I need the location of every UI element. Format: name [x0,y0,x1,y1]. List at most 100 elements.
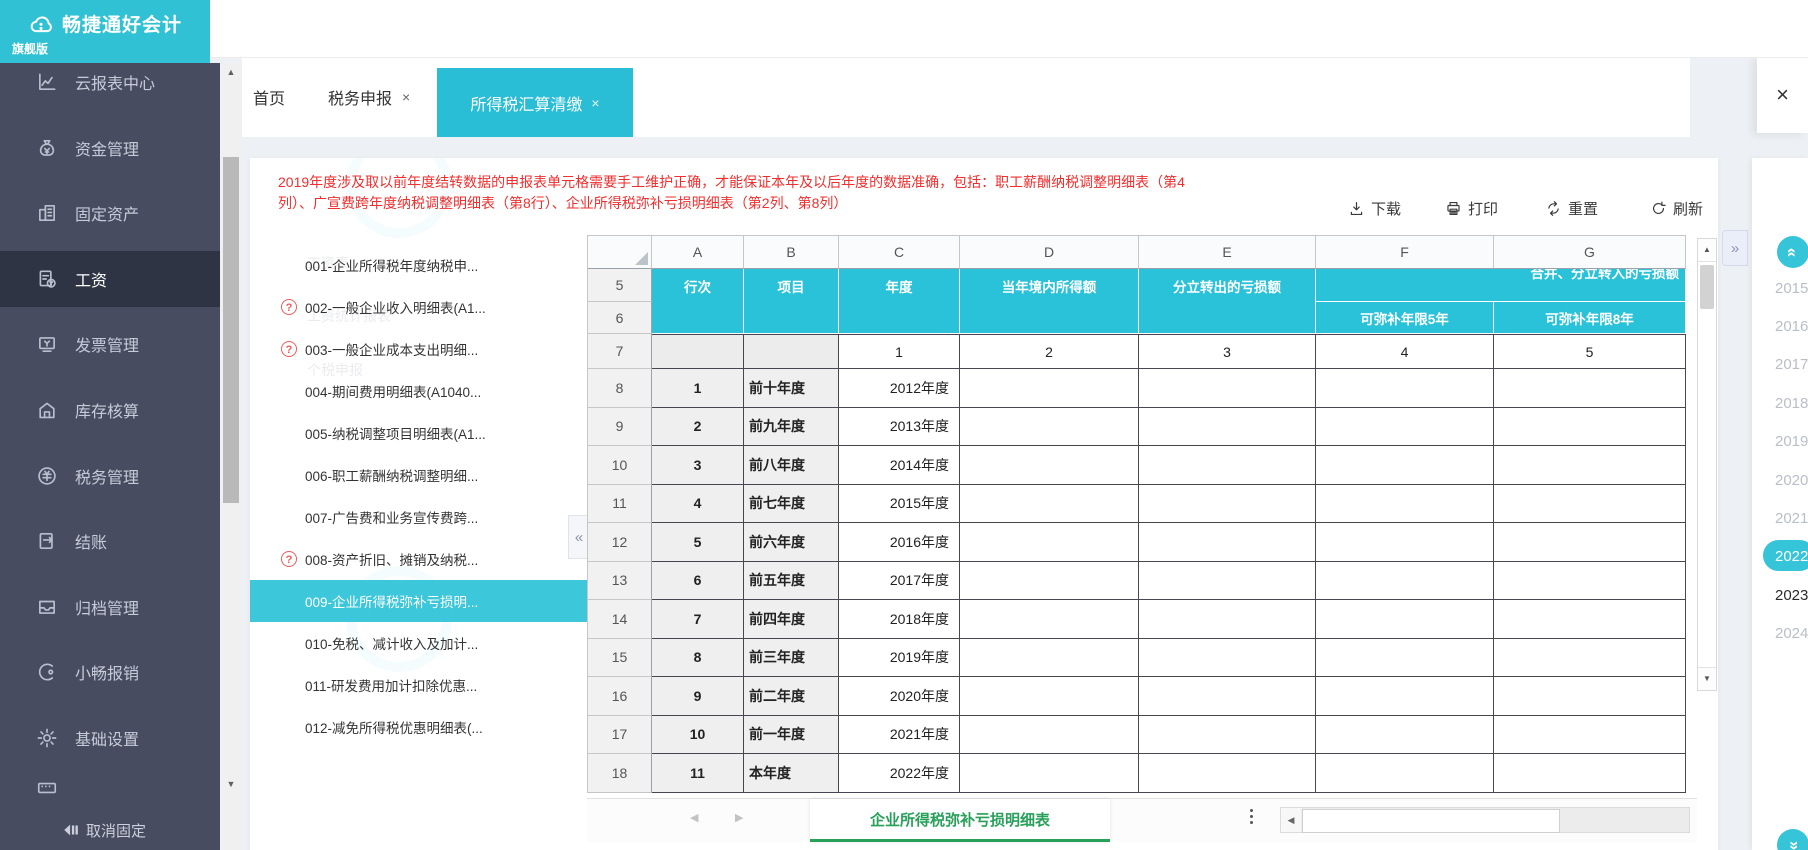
cell-line-number[interactable]: 9 [652,677,744,716]
toolbar-download-button[interactable]: 下载 [1348,198,1401,219]
sheet-cell-empty[interactable] [960,484,1139,523]
column-header-G[interactable]: G [1494,236,1686,269]
row-header-7[interactable]: 7 [588,334,652,369]
sheet-cell-empty[interactable] [1139,407,1316,446]
close-tab-icon[interactable]: × [591,95,599,111]
report-list-item-011[interactable]: 011-研发费用加计扣除优惠... [250,664,587,706]
sheet-cell-empty[interactable] [1316,754,1494,793]
report-list-item-007[interactable]: 007-广告费和业务宣传费跨... [250,496,587,538]
scroll-up-icon[interactable]: ▲ [220,67,242,77]
report-list-item-012[interactable]: 012-减免所得税优惠明细表(... [250,706,587,748]
help-question-icon[interactable]: ? [281,341,297,357]
row-header-16[interactable]: 16 [588,677,652,716]
sheet-cell-empty[interactable] [1494,754,1686,793]
sheet-cell-empty[interactable] [1494,369,1686,408]
column-number-cell[interactable]: 4 [1316,334,1494,369]
report-list-item-010[interactable]: 010-免税、减计收入及加计... [250,622,587,664]
sheet-cell-empty[interactable] [1316,677,1494,716]
sheet-cell-empty[interactable] [960,754,1139,793]
sheet-cell-empty[interactable] [1316,369,1494,408]
sheet-cell-empty[interactable] [1494,484,1686,523]
tab-tax-filing[interactable]: 税务申报 × [328,57,410,137]
report-list-item-008[interactable]: ? 008-资产折旧、摊销及纳税... [250,538,587,580]
cell-year-value[interactable]: 2014年度 [839,446,960,485]
column-number-cell[interactable]: 5 [1494,334,1686,369]
cell-year-value[interactable]: 2022年度 [839,754,960,793]
cell-item-label[interactable]: 前一年度 [744,715,839,754]
year-item-2021[interactable]: 2021年 [1752,498,1808,536]
cell-item-label[interactable]: 前五年度 [744,561,839,600]
cell-year-value[interactable]: 2012年度 [839,369,960,408]
sidebar-item-1[interactable]: 云报表中心 [0,63,220,110]
sheet-cell-empty[interactable] [960,715,1139,754]
row-header-11[interactable]: 11 [588,484,652,523]
column-number-cell[interactable]: 3 [1139,334,1316,369]
sheet-cell-empty[interactable] [1139,484,1316,523]
sheet-cell-empty[interactable] [1316,407,1494,446]
sheet-cell-empty[interactable] [1316,523,1494,562]
sheet-cell-empty[interactable] [744,334,839,369]
column-header-D[interactable]: D [960,236,1139,269]
cell-line-number[interactable]: 7 [652,600,744,639]
sheet-cell-empty[interactable] [960,369,1139,408]
scroll-left-icon[interactable]: ◀ [1281,808,1301,832]
year-item-2022[interactable]: 2022年 [1752,537,1808,575]
row-header-6[interactable]: 6 [588,302,652,334]
column-number-cell[interactable]: 2 [960,334,1139,369]
sidebar-scroll-thumb[interactable] [223,157,239,503]
brand-logo-block[interactable]: 畅捷通好会计 旗舰版 [0,0,210,63]
cell-year-value[interactable]: 2016年度 [839,523,960,562]
sheet-cell-empty[interactable] [1316,484,1494,523]
sheet-cell-empty[interactable] [1494,600,1686,639]
row-header-12[interactable]: 12 [588,523,652,562]
year-item-2018[interactable]: 2018年 [1752,383,1808,421]
sheet-tab-next-icon[interactable]: ▶ [735,811,743,824]
unpin-button[interactable]: 取消固定 [0,810,220,850]
sheet-cell-empty[interactable] [1139,446,1316,485]
sidebar-item-partial[interactable] [0,760,220,816]
sheet-cell-empty[interactable] [652,334,744,369]
sheet-cell-empty[interactable] [1139,523,1316,562]
cell-year-value[interactable]: 2021年度 [839,715,960,754]
report-list-item-006[interactable]: 006-职工薪酬纳税调整明细... [250,454,587,496]
scroll-down-icon[interactable]: ▼ [1698,667,1716,690]
cell-item-label[interactable]: 前六年度 [744,523,839,562]
cell-line-number[interactable]: 4 [652,484,744,523]
sheet-cell-empty[interactable] [1494,638,1686,677]
sheet-cell-empty[interactable] [1139,369,1316,408]
column-header-E[interactable]: E [1139,236,1316,269]
row-header-10[interactable]: 10 [588,446,652,485]
cell-item-label[interactable]: 前十年度 [744,369,839,408]
sheet-cell-empty[interactable] [1316,638,1494,677]
sheet-vscroll-thumb[interactable] [1700,265,1714,309]
help-question-icon[interactable]: ? [281,551,297,567]
sheet-cell-empty[interactable] [960,677,1139,716]
help-question-icon[interactable]: ? [281,299,297,315]
report-list-item-002[interactable]: ? 002-一般企业收入明细表(A1... [250,286,587,328]
sidebar-item-10[interactable]: 小畅报销 [0,644,220,700]
toolbar-print-button[interactable]: 打印 [1445,198,1498,219]
sidebar-item-5[interactable]: 发票管理 [0,316,220,372]
cell-item-label[interactable]: 前三年度 [744,638,839,677]
column-number-cell[interactable]: 1 [839,334,960,369]
cell-item-label[interactable]: 前四年度 [744,600,839,639]
toolbar-refresh-button[interactable]: 刷新 [1650,198,1703,219]
sheet-tab-splitter-icon[interactable] [1250,809,1253,827]
sheet-cell-empty[interactable] [960,561,1139,600]
sheet-vertical-scrollbar[interactable]: ▲ ▼ [1697,238,1717,691]
sheet-cell-empty[interactable] [1316,715,1494,754]
sheet-cell-empty[interactable] [1494,446,1686,485]
cell-year-value[interactable]: 2013年度 [839,407,960,446]
sidebar-item-4[interactable]: 工资 [0,250,220,307]
sheet-cell-empty[interactable] [1316,446,1494,485]
year-item-2015[interactable]: 2015年 [1752,268,1808,306]
sidebar-item-8[interactable]: 结账 [0,513,220,569]
select-all-corner-cell[interactable] [588,236,652,269]
row-header-8[interactable]: 8 [588,369,652,408]
column-header-C[interactable]: C [839,236,960,269]
column-header-B[interactable]: B [744,236,839,269]
report-list-item-004[interactable]: 004-期间费用明细表(A1040... [250,370,587,412]
report-list-item-005[interactable]: 005-纳税调整项目明细表(A1... [250,412,587,454]
sheet-cell-empty[interactable] [1494,523,1686,562]
tab-income-tax-settlement-active[interactable]: 所得税汇算清缴 × [437,68,633,137]
